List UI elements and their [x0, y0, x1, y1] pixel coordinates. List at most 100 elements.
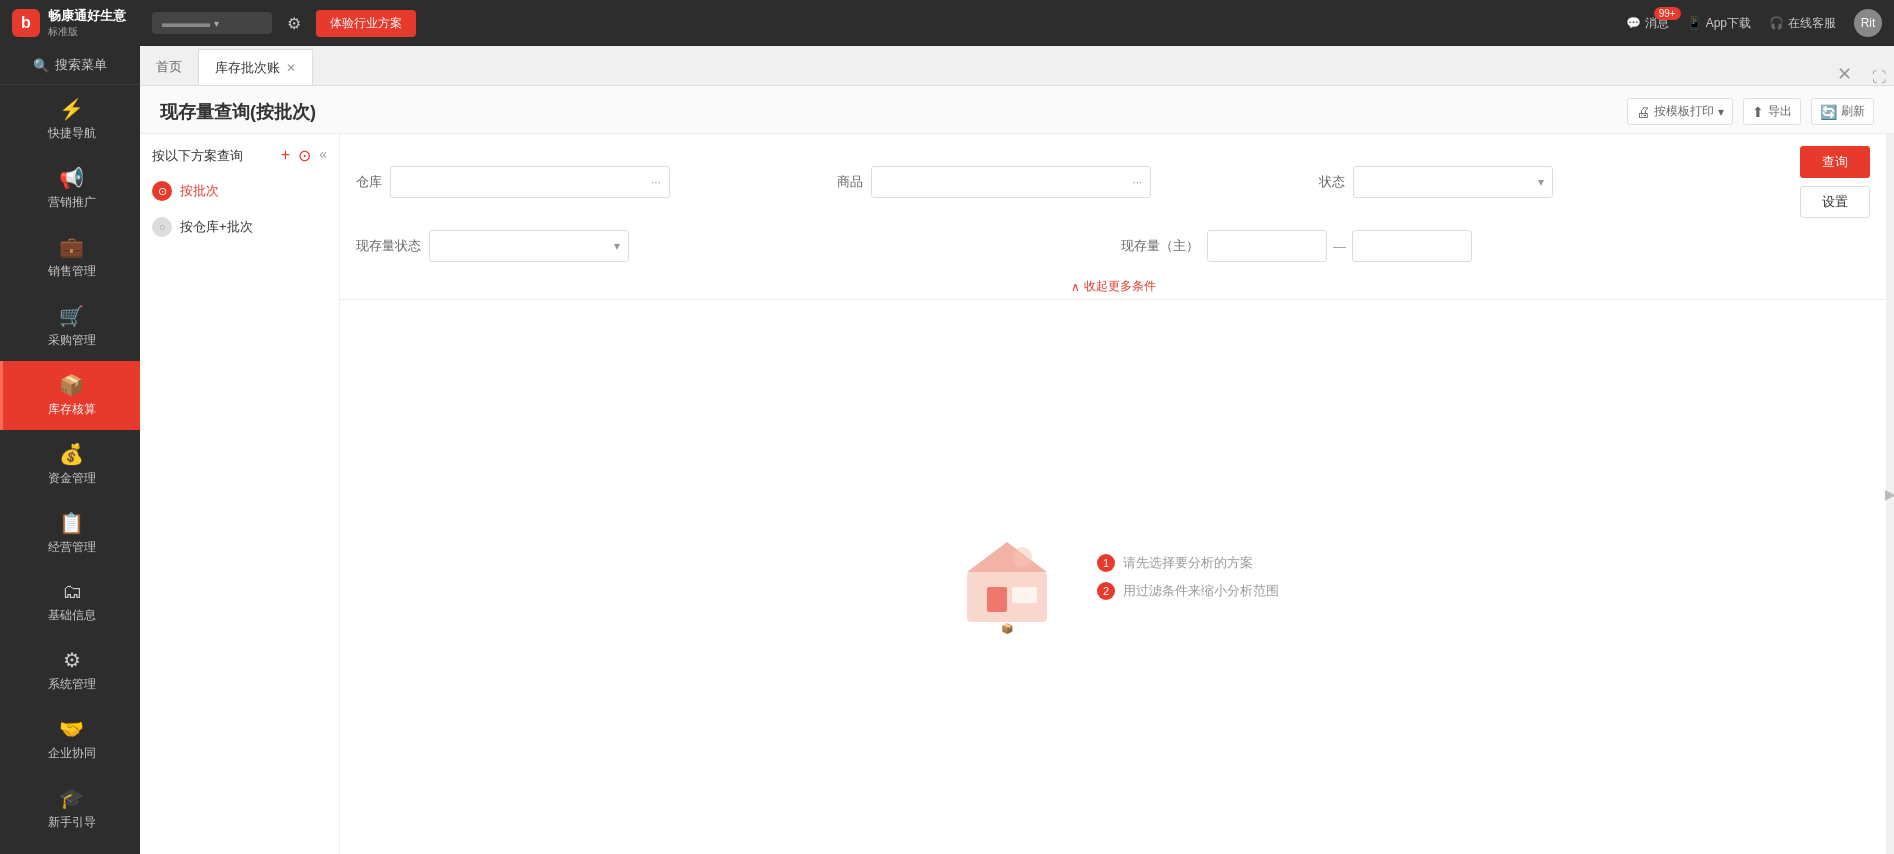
filter-sidebar-actions: + ⊙ « — [281, 146, 327, 165]
right-edge-btn[interactable]: ▶ — [1885, 486, 1895, 502]
shortcut-label: 快捷导航 — [48, 125, 96, 142]
page-header: 现存量查询(按批次) 🖨 按模板打印 ▾ ⬆ 导出 🔄 刷新 — [140, 86, 1894, 134]
sidebar-item-operations[interactable]: 📋 经营管理 — [0, 499, 140, 568]
sidebar-item-shortcut[interactable]: ⚡ 快捷导航 — [0, 85, 140, 154]
tab-home[interactable]: 首页 — [140, 49, 199, 85]
logo-area: b 畅康通好生意 标准版 — [12, 8, 152, 38]
sidebar-item-system[interactable]: ⚙ 系统管理 — [0, 636, 140, 705]
stock-status-select[interactable]: ▾ — [429, 230, 629, 262]
product-input[interactable]: ··· — [871, 166, 1151, 198]
empty-state: 📦 1 请先选择要分析的方案 2 用过滤条件来缩小分析范围 — [340, 300, 1886, 854]
tab-inventory-batch-label: 库存批次账 — [215, 59, 280, 77]
sidebar-item-marketing[interactable]: 📢 营销推广 — [0, 154, 140, 223]
svg-rect-3 — [1012, 587, 1037, 603]
print-label: 按模板打印 — [1654, 103, 1714, 120]
user-avatar[interactable]: Rit — [1854, 9, 1882, 37]
message-badge: 99+ — [1654, 7, 1681, 20]
finance-label: 资金管理 — [48, 470, 96, 487]
main-layout: 🔍 搜索菜单 ⚡ 快捷导航 📢 营销推广 💼 销售管理 🛒 采购管理 📦 库存核… — [0, 46, 1894, 854]
export-btn[interactable]: ⬆ 导出 — [1743, 98, 1801, 125]
svg-point-4 — [1012, 547, 1032, 567]
phone-icon: 📱 — [1687, 16, 1702, 30]
settings-scheme-icon[interactable]: ⊙ — [298, 146, 311, 165]
query-btn[interactable]: 查询 — [1800, 146, 1870, 178]
svg-rect-2 — [987, 587, 1007, 612]
logo-icon: b — [12, 9, 40, 37]
industry-btn[interactable]: 体验行业方案 — [316, 10, 416, 37]
warehouse-label: 仓库 — [356, 173, 382, 191]
sidebar-item-newbie[interactable]: 🎓 新手引导 — [0, 774, 140, 843]
collapse-more-btn[interactable]: ∧ 收起更多条件 — [356, 274, 1870, 299]
tip1-text: 请先选择要分析的方案 — [1123, 554, 1253, 572]
sidebar-item-sales[interactable]: 💼 销售管理 — [0, 223, 140, 292]
scheme-batch-label: 按批次 — [180, 182, 219, 200]
stock-qty-min[interactable] — [1207, 230, 1327, 262]
tab-close-icon[interactable]: ✕ — [286, 61, 296, 75]
tab-home-label: 首页 — [156, 58, 182, 76]
basics-icon: 🗂 — [62, 580, 82, 603]
filter-actions: 查询 设置 — [1800, 146, 1870, 218]
tip2-text: 用过滤条件来缩小分析范围 — [1123, 582, 1279, 600]
enterprise-label: 企业协同 — [48, 745, 96, 762]
tab-inventory-batch[interactable]: 库存批次账 ✕ — [199, 49, 313, 85]
filter-sidebar-header: 按以下方案查询 + ⊙ « — [140, 146, 339, 173]
product-field: 商品 ··· — [837, 166, 1302, 198]
status-label: 状态 — [1319, 173, 1345, 191]
search-label: 搜索菜单 — [55, 56, 107, 74]
status-select[interactable]: ▾ — [1353, 166, 1553, 198]
scheme-warehouse-icon: ○ — [152, 217, 172, 237]
basics-label: 基础信息 — [48, 607, 96, 624]
sidebar-item-purchase[interactable]: 🛒 采购管理 — [0, 292, 140, 361]
refresh-btn[interactable]: 🔄 刷新 — [1811, 98, 1874, 125]
sidebar-item-enterprise[interactable]: 🤝 企业协同 — [0, 705, 140, 774]
warehouse-field: 仓库 ··· — [356, 166, 821, 198]
print-template-btn[interactable]: 🖨 按模板打印 ▾ — [1627, 98, 1733, 125]
operations-label: 经营管理 — [48, 539, 96, 556]
warehouse-more-icon: ··· — [651, 175, 661, 189]
sidebar-item-finance[interactable]: 💰 资金管理 — [0, 430, 140, 499]
app-download-btn[interactable]: 📱 App下载 — [1687, 15, 1751, 32]
sidebar-item-apps[interactable]: 🔲 应用中心 — [0, 843, 140, 854]
status-field: 状态 ▾ — [1319, 166, 1784, 198]
stock-qty-max[interactable] — [1352, 230, 1472, 262]
empty-tip-1: 1 请先选择要分析的方案 — [1097, 554, 1279, 572]
finance-icon: 💰 — [59, 442, 84, 466]
messages-btn[interactable]: 💬 消息 99+ — [1626, 15, 1669, 32]
nav-chevron-icon: ▾ — [214, 18, 219, 29]
scheme-item-batch[interactable]: ⊙ 按批次 — [140, 173, 339, 209]
add-scheme-icon[interactable]: + — [281, 146, 290, 165]
sidebar-item-inventory[interactable]: 📦 库存核算 — [0, 361, 140, 430]
shortcut-icon: ⚡ — [59, 97, 84, 121]
refresh-label: 刷新 — [1841, 103, 1865, 120]
purchase-icon: 🛒 — [59, 304, 84, 328]
close-panel-btn[interactable]: ✕ — [1825, 63, 1864, 85]
status-dropdown-icon: ▾ — [1538, 175, 1544, 189]
product-more-icon: ··· — [1132, 175, 1142, 189]
nav-search-box[interactable]: ▬▬▬▬ ▾ — [152, 12, 272, 34]
header-right: 💬 消息 99+ 📱 App下载 🎧 在线客服 Rit — [1626, 9, 1882, 37]
content-area: 首页 库存批次账 ✕ ✕ ⛶ 现存量查询(按批次) 🖨 按模板打印 ▾ ⬆ — [140, 46, 1894, 854]
empty-tips: 1 请先选择要分析的方案 2 用过滤条件来缩小分析范围 — [1097, 554, 1279, 600]
warehouse-input[interactable]: ··· — [390, 166, 670, 198]
export-label: 导出 — [1768, 103, 1792, 120]
filter-row-2: 现存量状态 ▾ 现存量（主） — — [356, 230, 1870, 262]
refresh-icon: 🔄 — [1820, 104, 1837, 120]
settings-btn[interactable]: 设置 — [1800, 186, 1870, 218]
svg-marker-1 — [967, 542, 1047, 572]
empty-illustration: 📦 — [947, 517, 1067, 637]
filter-form: 仓库 ··· 商品 ··· — [340, 134, 1886, 300]
tip2-num: 2 — [1097, 582, 1115, 600]
main-filter-results: 仓库 ··· 商品 ··· — [340, 134, 1886, 854]
collapse-scheme-icon[interactable]: « — [319, 146, 327, 165]
scheme-item-warehouse-batch[interactable]: ○ 按仓库+批次 — [140, 209, 339, 245]
nav-settings-icon[interactable]: ⚙ — [280, 9, 308, 37]
sidebar-search[interactable]: 🔍 搜索菜单 — [0, 46, 140, 85]
export-icon: ⬆ — [1752, 104, 1764, 120]
sidebar-item-basics[interactable]: 🗂 基础信息 — [0, 568, 140, 636]
nav-search-area: ▬▬▬▬ ▾ ⚙ 体验行业方案 — [152, 9, 1626, 37]
expand-icon[interactable]: ⛶ — [1864, 69, 1894, 85]
collapse-icon: ∧ — [1071, 280, 1080, 294]
newbie-icon: 🎓 — [59, 786, 84, 810]
filter-sidebar: 按以下方案查询 + ⊙ « ⊙ 按批次 ○ 按仓库+批次 — [140, 134, 340, 854]
online-service-btn[interactable]: 🎧 在线客服 — [1769, 15, 1836, 32]
